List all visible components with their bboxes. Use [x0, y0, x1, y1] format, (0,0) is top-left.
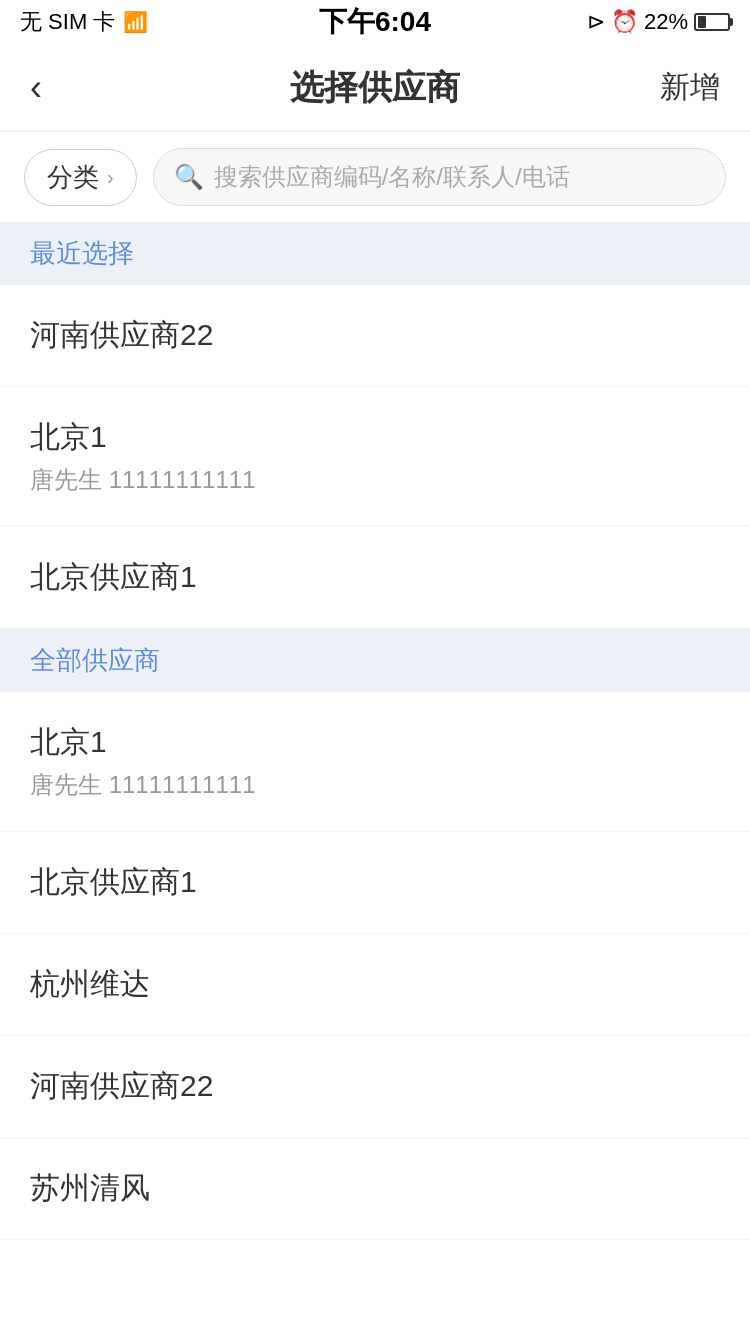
page-title: 选择供应商 — [290, 65, 460, 111]
supplier-name: 北京供应商1 — [30, 557, 720, 598]
supplier-name: 北京供应商1 — [30, 862, 720, 903]
recent-section-header: 最近选择 — [0, 222, 750, 285]
supplier-name: 苏州清风 — [30, 1168, 720, 1209]
supplier-name: 北京1 — [30, 417, 720, 458]
status-time: 下午6:04 — [319, 3, 431, 41]
supplier-name: 河南供应商22 — [30, 1066, 720, 1107]
supplier-name: 河南供应商22 — [30, 315, 720, 356]
status-left: 无 SIM 卡 📶 — [20, 7, 148, 37]
status-bar: 无 SIM 卡 📶 下午6:04 ⊳ ⏰ 22% — [0, 0, 750, 44]
all-section-title: 全部供应商 — [30, 645, 160, 675]
no-sim-text: 无 SIM 卡 — [20, 7, 115, 37]
search-box[interactable]: 🔍 搜索供应商编码/名称/联系人/电话 — [153, 148, 726, 206]
recent-section-title: 最近选择 — [30, 238, 134, 268]
location-icon: ⊳ — [587, 9, 605, 35]
nav-bar: ‹ 选择供应商 新增 — [0, 44, 750, 132]
add-button[interactable]: 新增 — [660, 67, 720, 108]
search-icon: 🔍 — [174, 163, 204, 191]
chevron-right-icon: › — [107, 166, 114, 189]
all-section-header: 全部供应商 — [0, 629, 750, 692]
battery-text: 22% — [644, 9, 688, 35]
supplier-contact: 唐先生 11111111111 — [30, 769, 720, 801]
list-item[interactable]: 河南供应商22 — [0, 285, 750, 387]
category-label: 分类 — [47, 160, 99, 195]
supplier-contact: 唐先生 11111111111 — [30, 464, 720, 496]
list-item[interactable]: 北京供应商1 — [0, 527, 750, 629]
list-item[interactable]: 北京1 唐先生 11111111111 — [0, 387, 750, 527]
alarm-icon: ⏰ — [611, 9, 638, 35]
filter-bar: 分类 › 🔍 搜索供应商编码/名称/联系人/电话 — [0, 132, 750, 222]
back-button[interactable]: ‹ — [20, 57, 52, 119]
all-supplier-list: 北京1 唐先生 11111111111 北京供应商1 杭州维达河南供应商22 苏州清风 — [0, 692, 750, 1240]
list-item[interactable]: 河南供应商22 — [0, 1036, 750, 1138]
list-item[interactable]: 苏州清风 — [0, 1138, 750, 1240]
category-button[interactable]: 分类 › — [24, 149, 137, 206]
list-item[interactable]: 北京供应商1 — [0, 832, 750, 934]
supplier-name: 北京1 — [30, 722, 720, 763]
supplier-name: 杭州维达 — [30, 964, 720, 1005]
search-placeholder: 搜索供应商编码/名称/联系人/电话 — [214, 161, 570, 193]
recent-supplier-list: 河南供应商22 北京1 唐先生 11111111111 北京供应商1 — [0, 285, 750, 629]
list-item[interactable]: 北京1 唐先生 11111111111 — [0, 692, 750, 832]
wifi-icon: 📶 — [123, 10, 148, 34]
status-right: ⊳ ⏰ 22% — [587, 9, 730, 35]
list-item[interactable]: 杭州维达 — [0, 934, 750, 1036]
